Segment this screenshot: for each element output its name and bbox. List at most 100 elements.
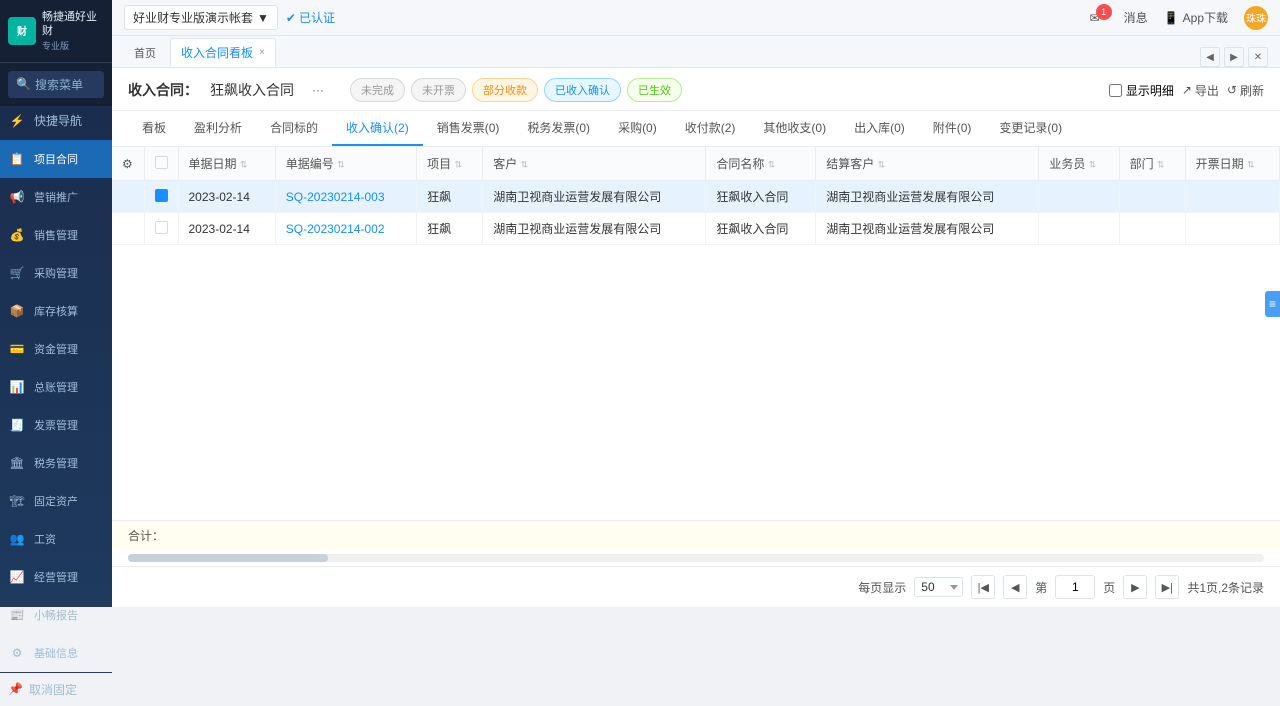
sidebar-item-hr[interactable]: 👥 工资: [0, 520, 112, 558]
export-button[interactable]: ↗ 导出: [1182, 82, 1219, 99]
page-number-input[interactable]: [1055, 575, 1095, 599]
tab-change-log[interactable]: 变更记录(0): [985, 111, 1076, 146]
sort-billing-icon: ⇅: [878, 159, 886, 169]
th-project[interactable]: 项目 ⇅: [417, 147, 483, 181]
search-label: 搜索菜单: [35, 76, 83, 93]
table-row[interactable]: 2023-02-14 SQ-20230214-002 狂飙 湖南卫视商业运营发展…: [112, 213, 1280, 245]
invoice-label: 发票管理: [34, 417, 78, 433]
row-number[interactable]: SQ-20230214-002: [275, 213, 416, 245]
th-number[interactable]: 单据编号 ⇅: [275, 147, 416, 181]
search-icon: 🔍: [16, 77, 31, 91]
th-customer[interactable]: 客户 ⇅: [483, 147, 706, 181]
page-next-button[interactable]: ▶: [1123, 575, 1147, 599]
scrollbar-thumb[interactable]: [128, 554, 328, 562]
row-checkbox-cell[interactable]: [144, 181, 178, 213]
status-uncomplete-button[interactable]: 未完成: [350, 78, 405, 102]
th-checkbox[interactable]: [144, 147, 178, 181]
th-date[interactable]: 单据日期 ⇅: [178, 147, 275, 181]
page-prev-button[interactable]: ◀: [1003, 575, 1027, 599]
status-effective-button[interactable]: 已生效: [627, 78, 682, 102]
sidebar-item-sales[interactable]: 💰 销售管理: [0, 216, 112, 254]
app-download-button[interactable]: 📱 App下载: [1164, 9, 1228, 26]
search-menu-button[interactable]: 🔍 搜索菜单: [8, 71, 104, 98]
tab-contract-std[interactable]: 合同标的: [256, 111, 332, 146]
display-detail-input[interactable]: [1109, 84, 1122, 97]
tab-prev-button[interactable]: ◀: [1200, 47, 1220, 67]
sidebar-item-general[interactable]: 📊 总账管理: [0, 368, 112, 406]
row-number-link[interactable]: SQ-20230214-002: [286, 222, 385, 236]
status-confirmed-button[interactable]: 已收入确认: [544, 78, 621, 102]
tab-close-button[interactable]: ✕: [1248, 47, 1268, 67]
tab-profit[interactable]: 盈利分析: [180, 111, 256, 146]
th-invoice-date[interactable]: 开票日期 ⇅: [1185, 147, 1279, 181]
quick-nav-item[interactable]: ⚡ 快捷导航: [0, 106, 112, 136]
active-tab[interactable]: 收入合同看板 ×: [170, 38, 276, 67]
th-dept[interactable]: 部门 ⇅: [1119, 147, 1185, 181]
th-date-label: 单据日期: [189, 157, 237, 171]
per-page-select[interactable]: 20 50 100 200: [914, 577, 963, 597]
sidebar-item-project[interactable]: 📋 项目合同: [0, 140, 112, 178]
sub-tabs: 看板 盈利分析 合同标的 收入确认(2) 销售发票(0) 税务发票(0) 采购(…: [112, 111, 1280, 147]
more-button[interactable]: ···: [306, 78, 330, 102]
sidebar-item-small-report[interactable]: 📰 小畅报告: [0, 596, 112, 634]
sidebar-item-funds[interactable]: 💳 资金管理: [0, 330, 112, 368]
close-tab-button[interactable]: ×: [259, 47, 265, 58]
sidebar-item-marketing[interactable]: 📢 营销推广: [0, 178, 112, 216]
row-dept: [1119, 213, 1185, 245]
sort-dept-icon: ⇅: [1157, 159, 1165, 169]
tab-next-button[interactable]: ▶: [1224, 47, 1244, 67]
status-partial-button[interactable]: 部分收款: [472, 78, 538, 102]
sidebar-item-tax[interactable]: 🏛 税务管理: [0, 444, 112, 482]
row-number-link[interactable]: SQ-20230214-003: [286, 190, 385, 204]
tab-inout[interactable]: 出入库(0): [840, 111, 919, 146]
project-label: 项目合同: [34, 151, 78, 167]
tab-tax-invoice[interactable]: 税务发票(0): [513, 111, 604, 146]
sort-salesperson-icon: ⇅: [1089, 159, 1097, 169]
row-checkbox[interactable]: [155, 221, 168, 234]
tab-kanban[interactable]: 看板: [128, 111, 180, 146]
table-footer: 合计：: [112, 520, 1280, 550]
home-tab[interactable]: 首页: [124, 39, 166, 67]
status-uninvoiced-button[interactable]: 未开票: [411, 78, 466, 102]
sidebar-item-fixed-assets[interactable]: 🏗 固定资产: [0, 482, 112, 520]
company-selector[interactable]: 好业财专业版演示帐套 ▼: [124, 5, 278, 30]
tab-other-income[interactable]: 其他收支(0): [749, 111, 840, 146]
row-contract-name: 狂飙收入合同: [706, 213, 816, 245]
general-label: 总账管理: [34, 379, 78, 395]
page-text2: 页: [1103, 579, 1115, 596]
row-checkbox-cell[interactable]: [144, 213, 178, 245]
pin-toggle[interactable]: 📌 取消固定: [0, 672, 112, 706]
th-salesperson[interactable]: 业务员 ⇅: [1039, 147, 1119, 181]
tab-purchase[interactable]: 采购(0): [604, 111, 671, 146]
row-number[interactable]: SQ-20230214-003: [275, 181, 416, 213]
pin-label: 取消固定: [29, 681, 77, 698]
tab-attachments[interactable]: 附件(0): [919, 111, 986, 146]
message-button[interactable]: ✉ 1 消息: [1090, 9, 1148, 26]
th-settings[interactable]: ⚙: [112, 147, 144, 181]
row-salesperson: [1039, 213, 1119, 245]
sidebar-item-purchase[interactable]: 🛒 采购管理: [0, 254, 112, 292]
inventory-label: 库存核算: [34, 303, 78, 319]
display-detail-checkbox[interactable]: 显示明细: [1109, 82, 1174, 99]
funds-icon: 💳: [8, 340, 26, 358]
tab-income-confirm[interactable]: 收入确认(2): [332, 111, 423, 146]
tab-payment[interactable]: 收付款(2): [671, 111, 750, 146]
table-header-row: ⚙ 单据日期 ⇅ 单据编号 ⇅: [112, 147, 1280, 181]
page-last-button[interactable]: ▶|: [1155, 575, 1179, 599]
user-menu[interactable]: 珠珠: [1244, 6, 1268, 30]
sidebar-item-invoice[interactable]: 🧾 发票管理: [0, 406, 112, 444]
refresh-button[interactable]: ↺ 刷新: [1227, 82, 1264, 99]
sidebar-item-ops[interactable]: 📈 经营管理: [0, 558, 112, 596]
horizontal-scrollbar[interactable]: [128, 554, 1264, 562]
sidebar-item-basic[interactable]: ⚙ 基础信息: [0, 634, 112, 672]
right-action-item[interactable]: ≡: [1265, 291, 1280, 317]
page-first-button[interactable]: |◀: [971, 575, 995, 599]
row-checkbox[interactable]: [155, 189, 168, 202]
row-project: 狂飙: [417, 181, 483, 213]
sidebar-item-inventory[interactable]: 📦 库存核算: [0, 292, 112, 330]
header-checkbox[interactable]: [155, 156, 168, 169]
th-billing-customer[interactable]: 结算客户 ⇅: [816, 147, 1039, 181]
th-contract-name[interactable]: 合同名称 ⇅: [706, 147, 816, 181]
table-row[interactable]: 2023-02-14 SQ-20230214-003 狂飙 湖南卫视商业运营发展…: [112, 181, 1280, 213]
tab-sales-invoice[interactable]: 销售发票(0): [423, 111, 514, 146]
